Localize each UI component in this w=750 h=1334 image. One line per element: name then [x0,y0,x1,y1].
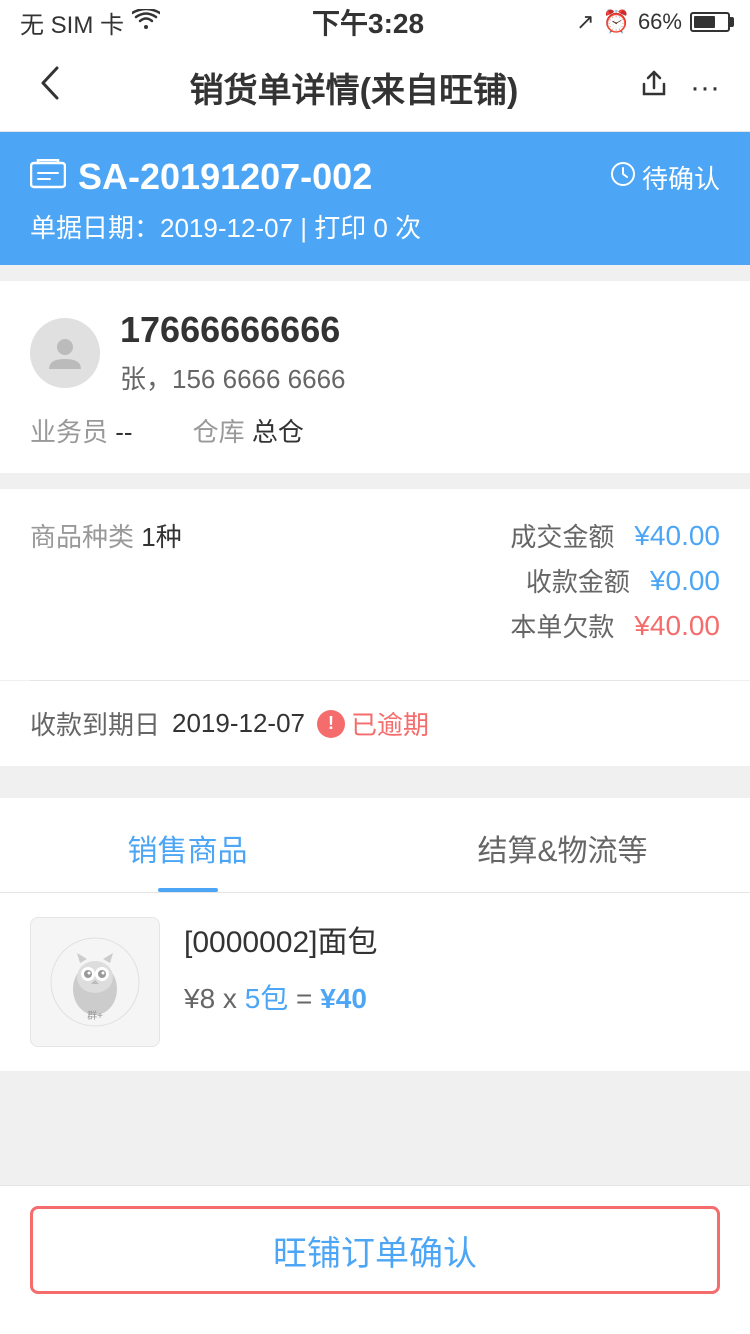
customer-phone: 17666666666 [120,309,346,351]
svg-text:群+: 群+ [87,1009,103,1022]
price-formula-prefix: ¥8 x [184,983,245,1014]
customer-meta: 业务员 -- 仓库 总仓 [30,412,720,449]
product-types: 商品种类 1种 [30,517,182,554]
divider-1 [0,473,750,489]
transaction-value: ¥40.00 [634,520,720,552]
product-item: 群+ [0000002]面包 ¥8 x 5包 = ¥40 [0,893,750,1071]
more-button[interactable]: ··· [690,71,720,105]
battery-percent: 66% [638,9,682,35]
confirm-button[interactable]: 旺铺订单确认 [30,1206,720,1294]
product-price: ¥8 x 5包 = ¥40 [184,977,720,1017]
carrier-text: 无 SIM 卡 [20,5,124,40]
order-id: SA-20191207-002 [30,156,372,198]
received-value: ¥0.00 [650,565,720,597]
product-name: [0000002]面包 [184,917,720,961]
quantity: 5包 [245,983,289,1014]
order-banner: SA-20191207-002 待确认 单据日期：2019-12-07 | 打印… [0,132,750,265]
product-details: [0000002]面包 ¥8 x 5包 = ¥40 [184,917,720,1017]
status-bar: 无 SIM 卡 下午3:28 ↗ ⏰ 66% [0,0,750,44]
salesperson-name: -- [115,417,132,447]
customer-details: 17666666666 张，156 6666 6666 [120,309,346,396]
transaction-amount-row: 成交金额 ¥40.00 [510,517,720,554]
total-price: ¥40 [320,983,367,1014]
due-label: 收款到期日 [30,705,160,742]
avatar [30,318,100,388]
product-types-label: 商品种类 [30,522,134,552]
due-date-value: 2019-12-07 [172,708,305,739]
tab-sales-products[interactable]: 销售商品 [0,798,375,892]
owed-amount-row: 本单欠款 ¥40.00 [510,607,720,644]
warehouse-label: 仓库 [193,417,245,447]
clock-icon [610,161,636,194]
owed-value: ¥40.00 [634,610,720,642]
warehouse-meta: 仓库 总仓 [193,412,304,449]
order-status: 待确认 [610,159,720,196]
received-amount-row: 收款金额 ¥0.00 [510,562,720,599]
battery-icon [690,12,730,32]
salesperson-label: 业务员 [30,417,108,447]
status-right: ↗ ⏰ 66% [576,9,730,35]
tabs-row: 销售商品 结算&物流等 [0,798,750,893]
stats-section: 商品种类 1种 成交金额 ¥40.00 收款金额 ¥0.00 本单欠款 ¥40.… [0,489,750,680]
bottom-bar: 旺铺订单确认 [0,1185,750,1334]
status-left: 无 SIM 卡 [20,5,160,40]
received-label: 收款金额 [526,562,630,599]
tabs-section: 销售商品 结算&物流等 [0,798,750,1071]
tab-settlement[interactable]: 结算&物流等 [375,798,750,892]
nav-bar: 销货单详情(来自旺铺) ··· [0,44,750,132]
owed-label: 本单欠款 [510,607,614,644]
product-count: 1种 [141,522,181,552]
nav-actions: ··· [638,68,720,108]
status-time: 下午3:28 [312,2,424,42]
overdue-icon: ! [317,710,345,738]
overdue-badge: ! 已逾期 [317,705,429,742]
back-button[interactable] [30,56,70,119]
wifi-icon [132,8,160,36]
transaction-label: 成交金额 [510,517,614,554]
customer-section: 17666666666 张，156 6666 6666 业务员 -- 仓库 总仓 [0,281,750,473]
overdue-text: 已逾期 [351,705,429,742]
page-title: 销货单详情(来自旺铺) [190,63,519,112]
salesperson-meta: 业务员 -- [30,412,133,449]
divider-2 [0,766,750,782]
order-date: 单据日期：2019-12-07 | 打印 0 次 [30,208,720,245]
price-formula-equals: = [288,983,320,1014]
amounts: 成交金额 ¥40.00 收款金额 ¥0.00 本单欠款 ¥40.00 [510,517,720,652]
due-section: 收款到期日 2019-12-07 ! 已逾期 [0,681,750,766]
warehouse-value: 总仓 [252,417,304,447]
product-thumbnail: 群+ [30,917,160,1047]
alarm-icon: ⏰ [603,9,630,35]
location-icon: ↗ [576,9,594,35]
share-button[interactable] [638,68,670,108]
customer-name: 张，156 6666 6666 [120,359,346,396]
order-icon [30,156,66,198]
